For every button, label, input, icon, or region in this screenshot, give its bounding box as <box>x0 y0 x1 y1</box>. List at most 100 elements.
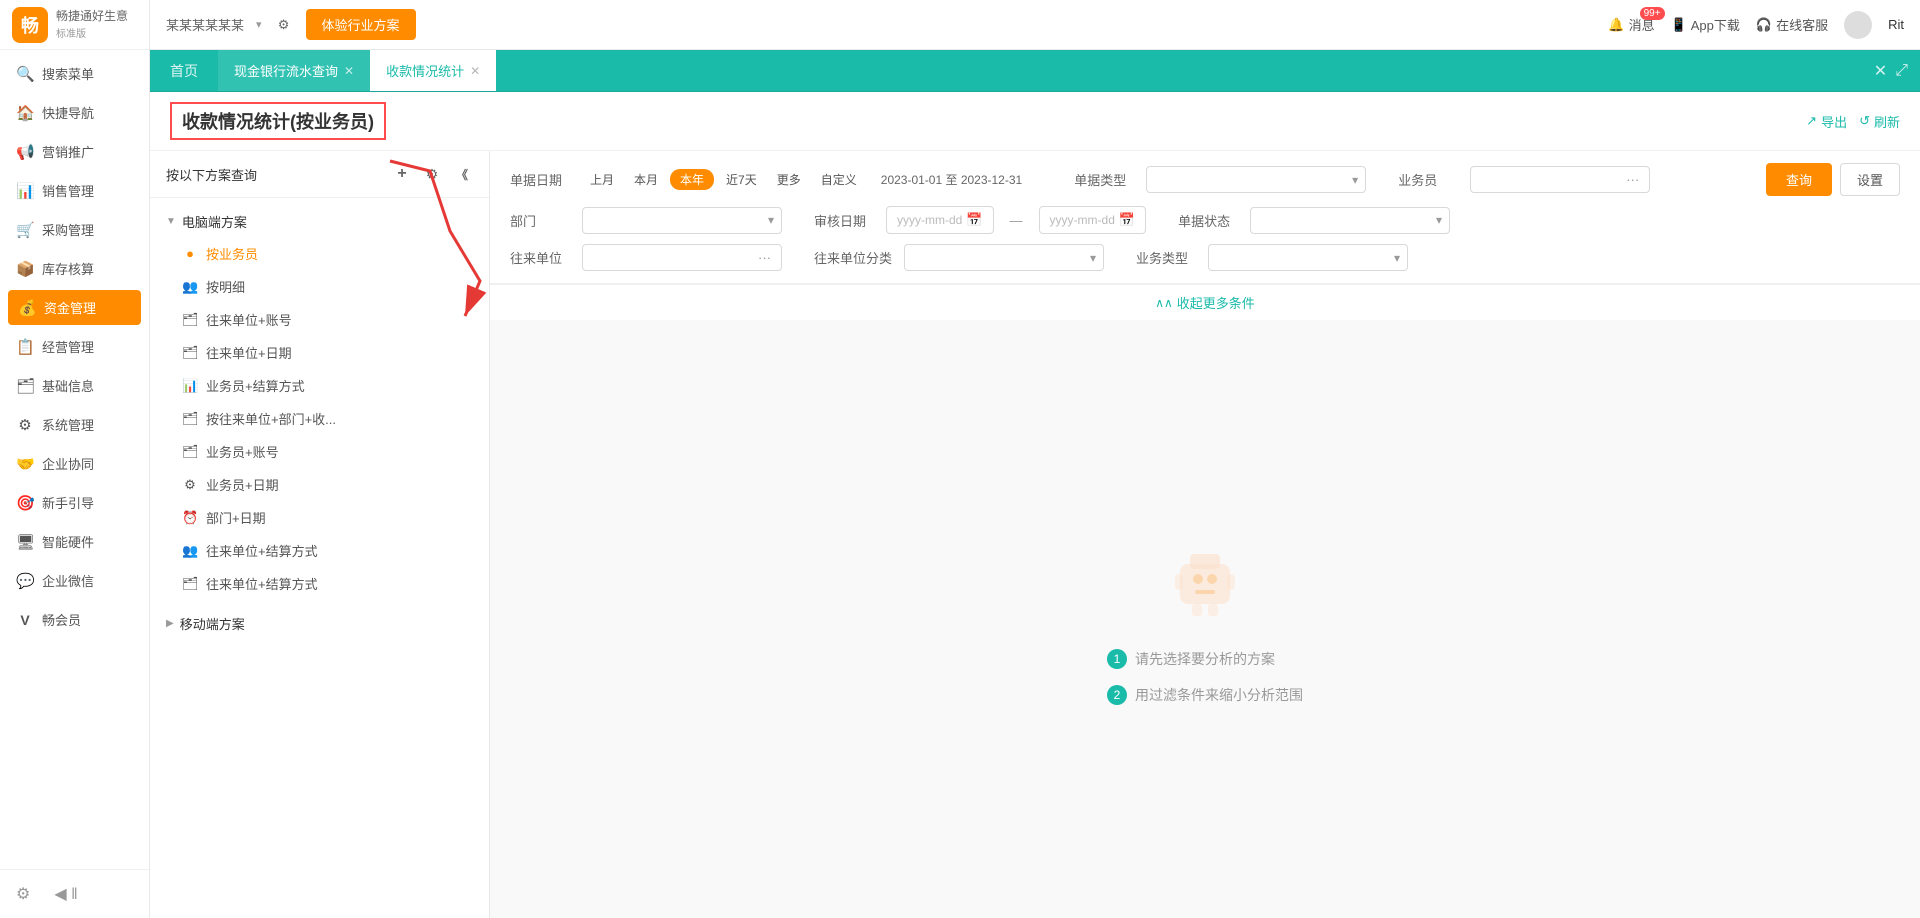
scheme-by-detail[interactable]: 👥 按明细 <box>150 270 489 303</box>
sidebar-item-weixin[interactable]: 💬 企业微信 <box>0 561 149 600</box>
sidebar-item-guide[interactable]: 🎯 新手引导 <box>0 483 149 522</box>
filter-row-3: 往来单位 ··· 往来单位分类 业务类型 <box>510 244 1900 271</box>
try-industry-btn[interactable]: 体验行业方案 <box>306 9 416 40</box>
export-btn[interactable]: ↗ 导出 <box>1806 112 1847 131</box>
collapse-label: 收起更多条件 <box>1177 293 1255 312</box>
refresh-btn[interactable]: ↺ 刷新 <box>1859 112 1900 131</box>
scheme-unit-settle1[interactable]: 👥 往来单位+结算方式 <box>150 534 489 567</box>
sales-icon: 📊 <box>16 182 34 200</box>
audit-date-from: yyyy-mm-dd <box>897 213 962 227</box>
staff-settle-icon: 📊 <box>182 378 198 394</box>
app-download-btn[interactable]: 📱 App下载 <box>1671 15 1740 34</box>
tab-home[interactable]: 首页 <box>150 50 218 91</box>
scheme-unit-account[interactable]: 🗂 往来单位+账号 <box>150 303 489 336</box>
scheme-staff-date[interactable]: ⚙ 业务员+日期 <box>150 468 489 501</box>
sidebar-item-finance[interactable]: 💰 资金管理 <box>8 290 141 325</box>
footer-settings-btn[interactable]: ⚙ <box>8 878 38 910</box>
dept-date-icon: ⏰ <box>182 510 198 526</box>
download-icon: 📱 <box>1671 17 1687 33</box>
purchase-icon: 🛒 <box>16 221 34 239</box>
docstatus-select[interactable] <box>1250 207 1450 234</box>
scheme-settings-btn[interactable]: ⚙ <box>421 163 443 185</box>
page-actions: ↗ 导出 ↺ 刷新 <box>1806 112 1900 131</box>
app-logo: 畅 畅捷通好生意 标准版 <box>0 0 149 50</box>
scheme-staff-account[interactable]: 🗂 业务员+账号 <box>150 435 489 468</box>
sidebar-item-search[interactable]: 🔍 搜索菜单 <box>0 54 149 93</box>
counterparty-dots[interactable]: ··· <box>758 250 771 265</box>
scheme-by-staff[interactable]: ● 按业务员 <box>150 237 489 270</box>
audit-date-from-wrap[interactable]: yyyy-mm-dd 📅 <box>886 206 994 234</box>
biztype-label: 业务类型 <box>1136 248 1196 267</box>
empty-area: 1 请先选择要分析的方案 2 用过滤条件来缩小分析范围 <box>490 320 1920 918</box>
filter-settings-btn[interactable]: 设置 <box>1840 163 1900 196</box>
date-label: 单据日期 <box>510 170 570 189</box>
sidebar-item-inventory[interactable]: 📦 库存核算 <box>0 249 149 288</box>
sidebar-item-hardware[interactable]: 🖥 智能硬件 <box>0 522 149 561</box>
date-tab-thismonth[interactable]: 本月 <box>626 169 666 190</box>
page-title-bar: 收款情况统计(按业务员) ↗ 导出 ↺ 刷新 <box>150 92 1920 151</box>
tab-controls: ✕ ⤢ <box>1874 61 1920 81</box>
sidebar-item-quicknav[interactable]: 🏠 快捷导航 <box>0 93 149 132</box>
logo-badge: 标准版 <box>56 25 128 40</box>
page-container: 收款情况统计(按业务员) ↗ 导出 ↺ 刷新 按以下方案查询 + <box>150 92 1920 918</box>
tab-payment-stats[interactable]: 收款情况统计 ✕ <box>370 50 496 91</box>
chevron-down-icon[interactable]: ▾ <box>256 18 262 31</box>
sidebar-item-marketing[interactable]: 📢 营销推广 <box>0 132 149 171</box>
audit-date-to: yyyy-mm-dd <box>1050 213 1115 227</box>
dept-select[interactable] <box>582 207 782 234</box>
close-window-btn[interactable]: ✕ <box>1874 61 1887 81</box>
sidebar-item-sales[interactable]: 📊 销售管理 <box>0 171 149 210</box>
counterparty-type-select[interactable] <box>904 244 1104 271</box>
sidebar-item-member[interactable]: V 畅会员 <box>0 600 149 639</box>
expand-window-btn[interactable]: ⤢ <box>1895 62 1908 80</box>
content-area: 按以下方案查询 + ⚙ 《 ▼ 电脑端方案 ● <box>150 151 1920 918</box>
gear-icon-btn[interactable]: ⚙ <box>270 11 298 39</box>
notification-btn[interactable]: 🔔 消息 99+ <box>1608 15 1654 34</box>
biztype-select[interactable] <box>1208 244 1408 271</box>
scheme-staff-settle[interactable]: 📊 业务员+结算方式 <box>150 369 489 402</box>
collapse-bar[interactable]: ∧∧ 收起更多条件 <box>490 284 1920 320</box>
tab-payment-stats-close[interactable]: ✕ <box>470 64 480 78</box>
filter-action-btns: 查询 设置 <box>1766 163 1900 196</box>
sidebar-item-operations[interactable]: 📋 经营管理 <box>0 327 149 366</box>
user-avatar[interactable] <box>1844 11 1872 39</box>
staff-input-wrap[interactable]: ··· <box>1470 166 1650 193</box>
footer-collapse-btn[interactable]: ◀ ‖ <box>46 878 85 910</box>
date-tab-thisyear[interactable]: 本年 <box>670 169 714 190</box>
sidebar-item-system[interactable]: ⚙ 系统管理 <box>0 405 149 444</box>
scheme-unit-date[interactable]: 🗂 往来单位+日期 <box>150 336 489 369</box>
query-btn[interactable]: 查询 <box>1766 163 1832 196</box>
sidebar-item-purchase[interactable]: 🛒 采购管理 <box>0 210 149 249</box>
home-icon: 🏠 <box>16 104 34 122</box>
desktop-scheme-group[interactable]: ▼ 电脑端方案 <box>150 206 489 237</box>
scheme-dept-date[interactable]: ⏰ 部门+日期 <box>150 501 489 534</box>
left-panel-title: 按以下方案查询 <box>166 165 383 184</box>
date-tab-custom[interactable]: 自定义 <box>813 169 865 190</box>
guide-icon: 🎯 <box>16 494 34 512</box>
add-scheme-btn[interactable]: + <box>391 163 413 185</box>
audit-date-to-wrap[interactable]: yyyy-mm-dd 📅 <box>1039 206 1147 234</box>
mobile-scheme-group[interactable]: ▶ 移动端方案 <box>150 608 489 639</box>
left-panel-header: 按以下方案查询 + ⚙ 《 <box>150 151 489 198</box>
sidebar-item-collab[interactable]: 🤝 企业协同 <box>0 444 149 483</box>
counterparty-input-wrap[interactable]: ··· <box>582 244 782 271</box>
collapse-panel-btn[interactable]: 《 <box>451 163 473 185</box>
date-tab-more[interactable]: 更多 <box>769 169 809 190</box>
page-title: 收款情况统计(按业务员) <box>170 102 386 140</box>
sidebar-item-basicinfo[interactable]: 🗂 基础信息 <box>0 366 149 405</box>
doctype-label: 单据类型 <box>1074 170 1134 189</box>
search-icon: 🔍 <box>16 65 34 83</box>
sidebar-nav: 🔍 搜索菜单 🏠 快捷导航 📢 营销推广 📊 销售管理 🛒 采购管理 📦 库存核… <box>0 50 149 869</box>
tab-bank-flow[interactable]: 现金银行流水查询 ✕ <box>218 50 370 91</box>
date-tab-7days[interactable]: 近7天 <box>718 169 765 190</box>
service-icon: 🎧 <box>1756 17 1772 33</box>
tab-bank-flow-close[interactable]: ✕ <box>344 64 354 78</box>
empty-steps: 1 请先选择要分析的方案 2 用过滤条件来缩小分析范围 <box>1107 645 1303 709</box>
online-service-btn[interactable]: 🎧 在线客服 <box>1756 15 1828 34</box>
staff-dots[interactable]: ··· <box>1626 172 1639 187</box>
doctype-select[interactable] <box>1146 166 1366 193</box>
collab-icon: 🤝 <box>16 455 34 473</box>
scheme-unit-dept[interactable]: 🗂 按往来单位+部门+收... <box>150 402 489 435</box>
date-tab-lastmonth[interactable]: 上月 <box>582 169 622 190</box>
scheme-unit-settle2[interactable]: 🗂 往来单位+结算方式 <box>150 567 489 600</box>
